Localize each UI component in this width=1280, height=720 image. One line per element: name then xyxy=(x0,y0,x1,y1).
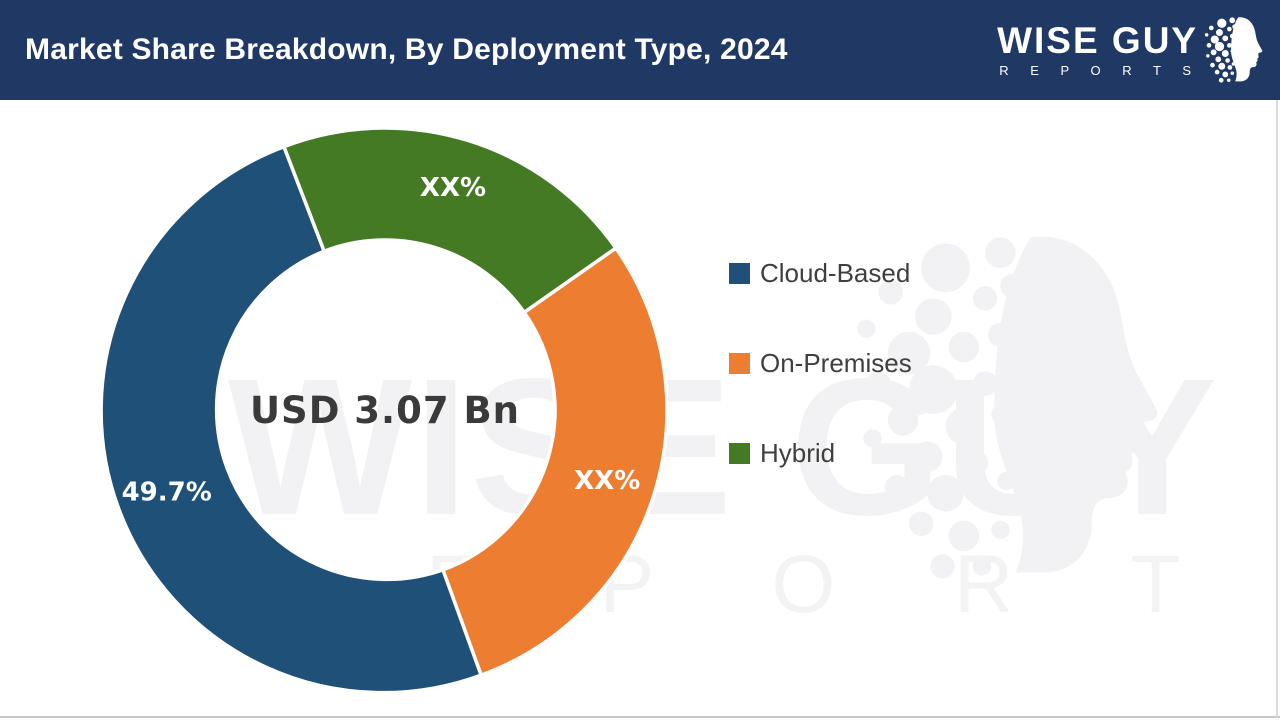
donut-center-value: USD 3.07 Bn xyxy=(250,389,520,432)
bottom-border-line xyxy=(0,716,1280,718)
legend-item-cloud-based: Cloud-Based xyxy=(729,252,912,294)
legend-swatch-on-premises-icon xyxy=(729,352,750,374)
segment-label-on-premises: XX% xyxy=(574,466,640,496)
legend-item-on-premises: On-Premises xyxy=(729,342,912,384)
legend-label-cloud-based: Cloud-Based xyxy=(760,257,911,288)
legend-item-hybrid: Hybrid xyxy=(729,432,912,474)
legend: Cloud-Based On-Premises Hybrid xyxy=(729,252,912,522)
donut-chart: XX% XX% 49.7% USD 3.07 Bn xyxy=(99,126,669,695)
legend-swatch-cloud-based-icon xyxy=(729,262,750,284)
legend-swatch-hybrid-icon xyxy=(729,442,750,464)
right-border-line xyxy=(1276,100,1278,718)
legend-label-on-premises: On-Premises xyxy=(760,347,912,378)
legend-label-hybrid: Hybrid xyxy=(760,437,836,468)
donut-segment-on-premises xyxy=(441,246,669,677)
segment-label-cloud-based: 49.7% xyxy=(122,477,212,507)
segment-label-hybrid: XX% xyxy=(420,173,486,203)
